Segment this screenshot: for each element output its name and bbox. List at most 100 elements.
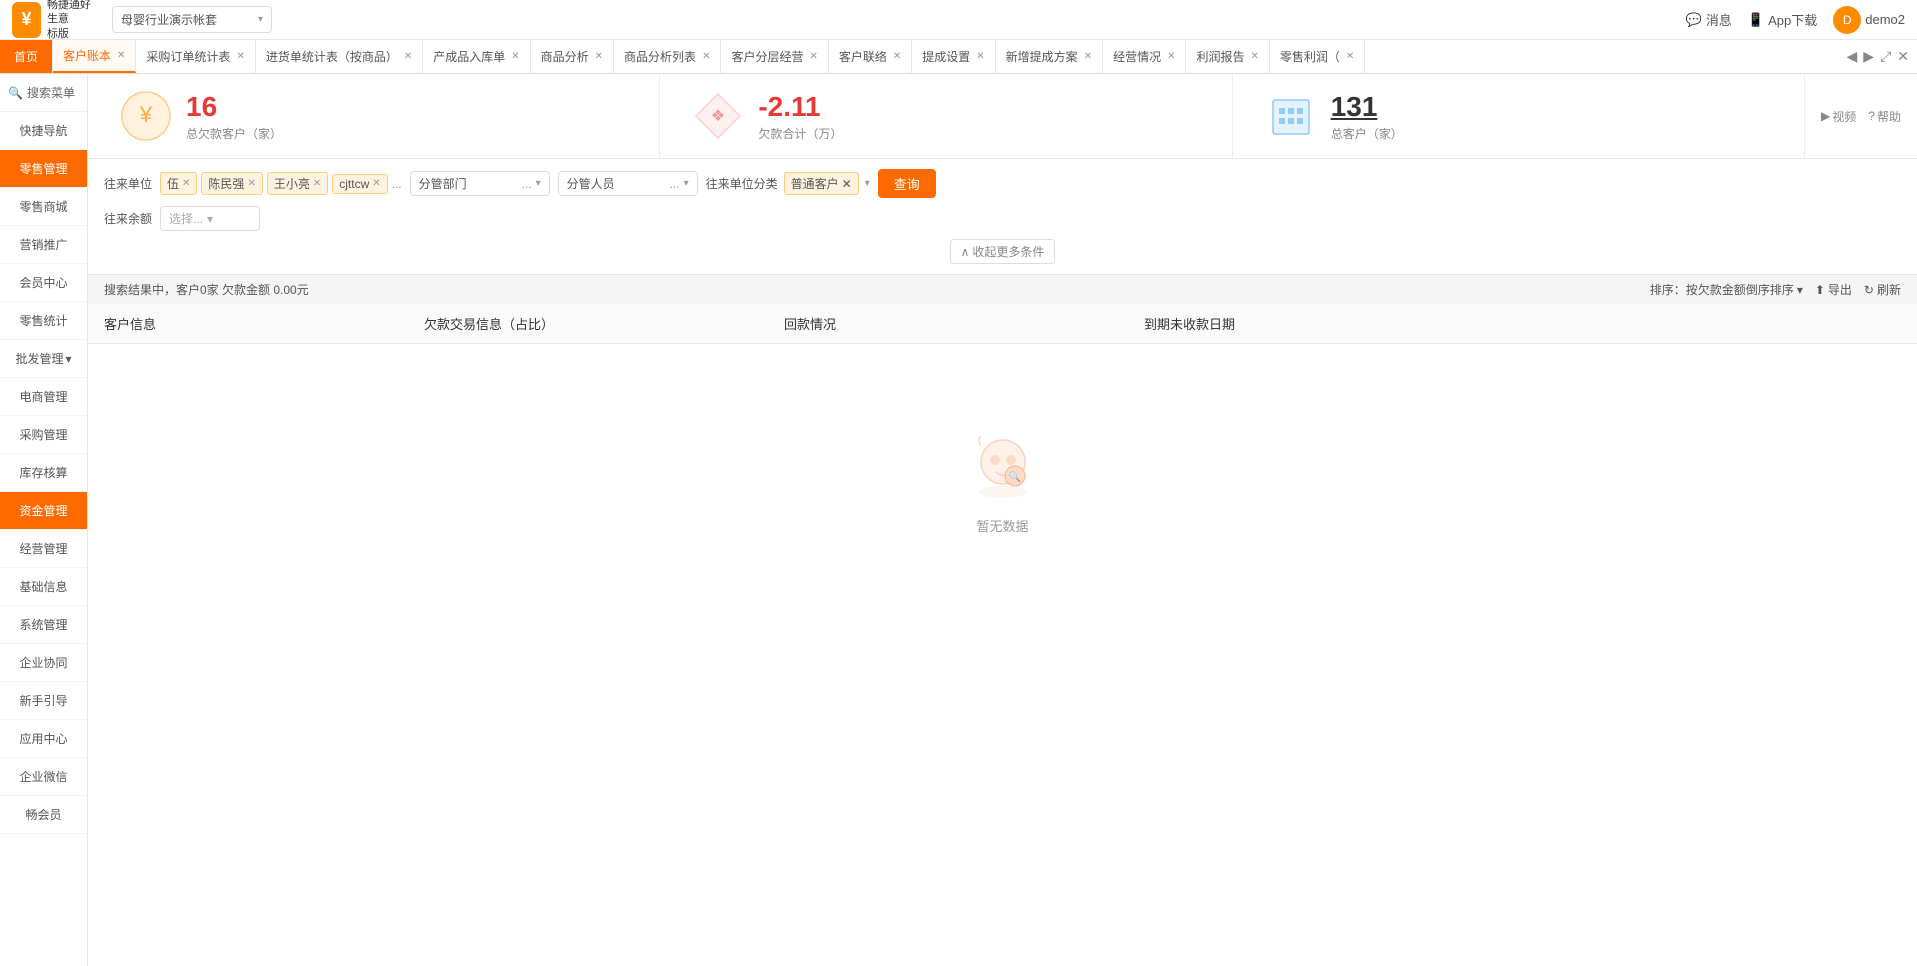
tab-goods-analysis[interactable]: 商品分析 ✕ <box>531 40 614 73</box>
tab-close-icon[interactable]: ✕ <box>809 51 817 62</box>
tab-close-icon[interactable]: ✕ <box>976 51 984 62</box>
sidebar-item-finance[interactable]: 资金管理 <box>0 492 87 530</box>
unit-class-tag-close[interactable]: ✕ <box>842 177 852 191</box>
tab-operation-status[interactable]: 经营情况 ✕ <box>1103 40 1186 73</box>
tab-close-icon[interactable]: ✕ <box>511 51 519 62</box>
sidebar-item-weixin[interactable]: 企业微信 <box>0 758 87 796</box>
sidebar-item-wholesale[interactable]: 批发管理 ▾ <box>0 340 87 378</box>
filter-more-tags[interactable]: ... <box>392 177 402 191</box>
tab-purchase-order[interactable]: 采购订单统计表 ✕ <box>136 40 255 73</box>
refresh-icon: ↻ <box>1864 283 1874 297</box>
app-icon: 📱 <box>1748 12 1764 28</box>
sidebar-item-inventory[interactable]: 库存核算 <box>0 454 87 492</box>
sidebar: 🔍 搜索菜单 快捷导航 零售管理 零售商城 营销推广 会员中心 零售统计 <box>0 74 88 966</box>
export-button[interactable]: ⬆ 导出 <box>1815 281 1852 298</box>
empty-state: 🔍 暂无数据 <box>88 344 1917 615</box>
logo-area: ¥ 畅捷通好生意 标版 <box>12 0 100 41</box>
query-button[interactable]: 查询 <box>878 169 936 198</box>
sidebar-item-system[interactable]: 系统管理 <box>0 606 87 644</box>
sidebar-search[interactable]: 🔍 搜索菜单 <box>0 74 87 112</box>
filter-tag-wang: 王小亮 ✕ <box>267 172 328 195</box>
sort-selector[interactable]: 排序：按欠款金额倒序排序 ▾ <box>1650 281 1803 298</box>
help-button[interactable]: ? 帮助 <box>1868 108 1901 125</box>
sidebar-item-purchase[interactable]: 采购管理 <box>0 416 87 454</box>
account-selector[interactable]: 母婴行业演示帐套 ▾ <box>112 6 272 33</box>
video-button[interactable]: ▶ 视频 <box>1821 108 1856 125</box>
dept-chevron-icon: ▾ <box>536 178 541 189</box>
collapse-button[interactable]: ∧ 收起更多条件 <box>950 239 1056 264</box>
tab-profit-report[interactable]: 利润报告 ✕ <box>1186 40 1269 73</box>
dept-selector[interactable]: 分管部门 ... ▾ <box>410 171 550 196</box>
filter-row-1: 往来单位 伍 ✕ 陈民强 ✕ 王小亮 ✕ <box>104 169 1901 198</box>
sidebar-item-retail-stats[interactable]: 零售统计 <box>0 302 87 340</box>
svg-text:🔍: 🔍 <box>1008 470 1020 483</box>
sidebar-item-ecommerce[interactable]: 电商管理 <box>0 378 87 416</box>
tab-bar: 首页 客户账本 ✕ 采购订单统计表 ✕ 进货单统计表（按商品） ✕ 产成品入库单… <box>0 40 1917 74</box>
sidebar-item-operation[interactable]: 经营管理 <box>0 530 87 568</box>
tab-retail-profit[interactable]: 零售利润（ ✕ <box>1270 40 1365 73</box>
logo-text: 畅捷通好生意 标版 <box>47 0 100 41</box>
tag-close-wu[interactable]: ✕ <box>182 178 190 189</box>
tab-close-icon[interactable]: ✕ <box>1167 51 1175 62</box>
person-selector[interactable]: 分管人员 ... ▾ <box>558 171 698 196</box>
tag-close-wang[interactable]: ✕ <box>313 178 321 189</box>
sidebar-item-retail-mall[interactable]: 零售商城 <box>0 188 87 226</box>
customers-icon: ¥ <box>120 90 172 142</box>
sidebar-item-appstore[interactable]: 应用中心 <box>0 720 87 758</box>
sidebar-item-enterprise[interactable]: 企业协同 <box>0 644 87 682</box>
sidebar-item-guide[interactable]: 新手引导 <box>0 682 87 720</box>
tab-production-inbound[interactable]: 产成品入库单 ✕ <box>423 40 530 73</box>
tab-controls: ◀ ▶ ⤢ ✕ <box>1839 48 1917 65</box>
stat-total-customers: ¥ 16 总欠款客户（家） <box>88 74 660 158</box>
tab-new-achievement[interactable]: 新增提成方案 ✕ <box>996 40 1103 73</box>
sidebar-item-member[interactable]: 会员中心 <box>0 264 87 302</box>
tab-next-icon[interactable]: ▶ <box>1863 48 1874 65</box>
tab-collapse-icon[interactable]: ✕ <box>1897 48 1909 65</box>
tab-customer-book[interactable]: 客户账本 ✕ <box>53 40 136 73</box>
sidebar-item-basic[interactable]: 基础信息 <box>0 568 87 606</box>
tab-close-icon[interactable]: ✕ <box>1251 51 1259 62</box>
tab-reminder-settings[interactable]: 提成设置 ✕ <box>912 40 995 73</box>
sidebar-item-quick-nav[interactable]: 快捷导航 <box>0 112 87 150</box>
tag-close-cjttcw[interactable]: ✕ <box>372 178 380 189</box>
tag-close-chen[interactable]: ✕ <box>247 178 255 189</box>
help-icon: ? <box>1868 109 1875 123</box>
message-icon: 💬 <box>1686 12 1702 28</box>
stat-debt-total: ❖ -2.11 欠款合计（万） <box>660 74 1232 158</box>
tab-prev-icon[interactable]: ◀ <box>1847 48 1858 65</box>
tab-home[interactable]: 首页 <box>0 40 53 73</box>
tab-close-icon[interactable]: ✕ <box>893 51 901 62</box>
top-bar-right: 💬 消息 📱 App下载 D demo2 <box>1686 6 1905 34</box>
tab-close-icon[interactable]: ✕ <box>1084 51 1092 62</box>
stats-bar: ¥ 16 总欠款客户（家） ❖ <box>88 74 1917 159</box>
results-text: 搜索结果中，客户0家 欠款金额 0.00元 <box>104 281 309 298</box>
tab-close-icon[interactable]: ✕ <box>404 51 412 62</box>
sidebar-item-retail[interactable]: 零售管理 <box>0 150 87 188</box>
tab-goods-analysis-list[interactable]: 商品分析列表 ✕ <box>614 40 721 73</box>
tab-close-icon[interactable]: ✕ <box>1346 51 1354 62</box>
sidebar-item-marketing[interactable]: 营销推广 <box>0 226 87 264</box>
building-icon <box>1265 90 1317 142</box>
th-repay: 回款情况 <box>784 314 1144 333</box>
tab-close-icon[interactable]: ✕ <box>595 51 603 62</box>
tab-close-icon[interactable]: ✕ <box>702 51 710 62</box>
tab-inbound-stats[interactable]: 进货单统计表（按商品） ✕ <box>256 40 423 73</box>
user-menu[interactable]: D demo2 <box>1833 6 1905 34</box>
remain-selector[interactable]: 选择... ▾ <box>160 206 260 231</box>
message-button[interactable]: 💬 消息 <box>1686 10 1732 29</box>
tab-expand-icon[interactable]: ⤢ <box>1880 48 1891 65</box>
th-date: 到期未收款日期 <box>1144 314 1901 333</box>
tab-close-icon[interactable]: ✕ <box>117 50 125 61</box>
all-customers-value: 131 <box>1331 91 1403 123</box>
app-download-button[interactable]: 📱 App下载 <box>1748 10 1817 29</box>
tab-customer-segment[interactable]: 客户分层经营 ✕ <box>721 40 828 73</box>
refresh-button[interactable]: ↻ 刷新 <box>1864 281 1901 298</box>
filter-row-2: 往来余额 选择... ▾ <box>104 206 1901 231</box>
person-chevron-icon: ▾ <box>684 178 689 189</box>
results-bar: 搜索结果中，客户0家 欠款金额 0.00元 排序：按欠款金额倒序排序 ▾ ⬆ 导… <box>88 275 1917 304</box>
tab-customer-contact[interactable]: 客户联络 ✕ <box>829 40 912 73</box>
tab-close-icon[interactable]: ✕ <box>236 51 244 62</box>
filter-tag-cjttcw: cjttcw ✕ <box>332 174 387 194</box>
total-customers-label: 总欠款客户（家） <box>186 125 282 142</box>
sidebar-item-vip[interactable]: 畅会员 <box>0 796 87 834</box>
